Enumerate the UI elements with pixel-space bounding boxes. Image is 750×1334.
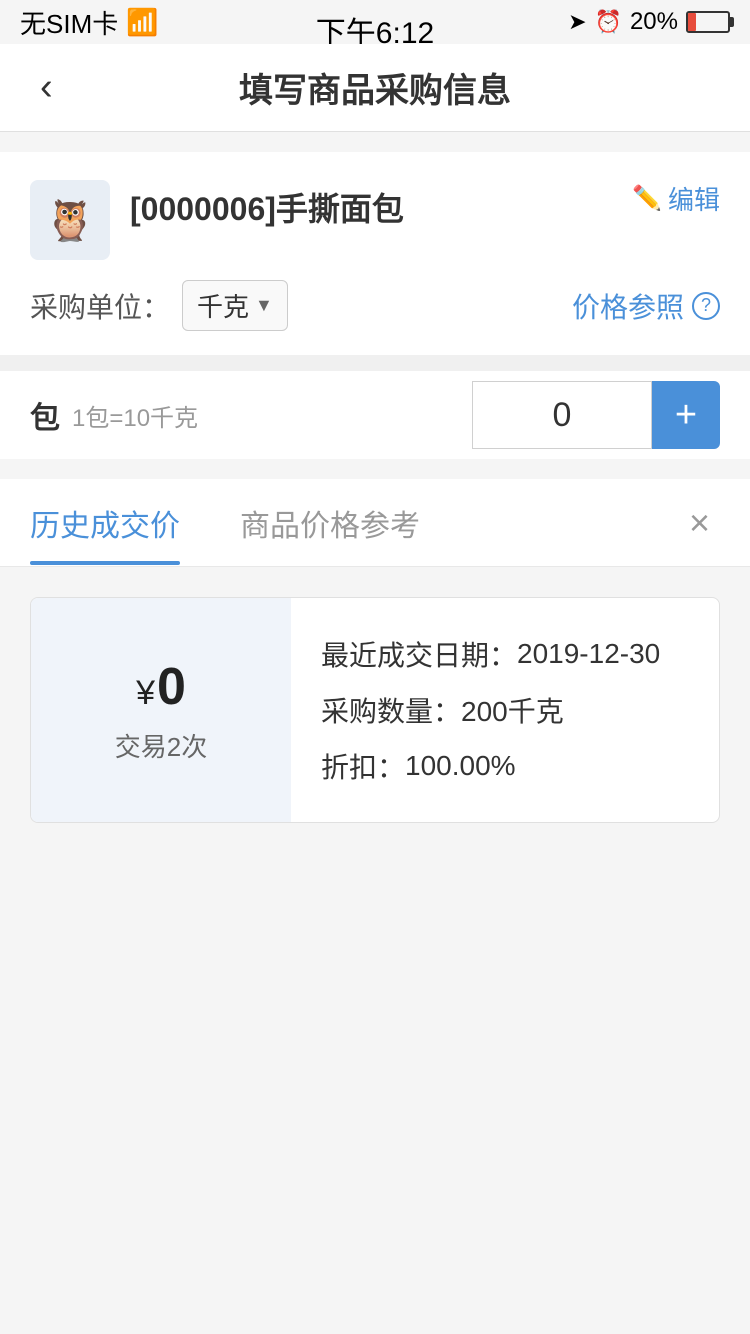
purchase-qty-value: 200千克 (461, 690, 564, 730)
section-divider (0, 355, 750, 371)
recent-date-label: 最近成交日期： (321, 634, 517, 674)
product-full-name: [0000006]手撕面包 (130, 184, 404, 230)
status-right: ➤ ⏰ 20% (568, 8, 730, 36)
unit-value: 千克 (197, 287, 249, 324)
price-ref-button[interactable]: 价格参照 ? (572, 286, 720, 326)
quantity-value: 0 (553, 396, 572, 435)
product-logo: 🦉 (30, 180, 110, 260)
tab-product-price-ref[interactable]: 商品价格参考 (240, 481, 420, 565)
wifi-icon: 📶 (126, 7, 158, 38)
tab-history-price-label: 历史成交价 (30, 501, 180, 545)
tabs-container: 历史成交价 商品价格参考 × (0, 479, 750, 567)
price-value: 0 (157, 657, 186, 717)
close-icon: × (689, 502, 710, 543)
edit-label: 编辑 (668, 180, 720, 217)
plus-icon: + (675, 394, 697, 437)
tab-active-indicator (30, 561, 180, 565)
status-bar: 无SIM卡 📶 下午6:12 ➤ ⏰ 20% (0, 0, 750, 44)
discount-value: 100.00% (405, 750, 516, 782)
battery-icon (686, 11, 730, 33)
discount-label: 折扣： (321, 746, 405, 786)
page-title: 填写商品采购信息 (239, 63, 511, 112)
quantity-input[interactable]: 0 (472, 381, 652, 449)
history-section: ¥ 0 交易2次 最近成交日期： 2019-12-30 采购数量： 200千克 … (0, 567, 750, 853)
tabs-list: 历史成交价 商品价格参考 (30, 481, 420, 565)
history-card-right: 最近成交日期： 2019-12-30 采购数量： 200千克 折扣： 100.0… (291, 598, 719, 822)
recent-date-value: 2019-12-30 (517, 638, 660, 670)
history-card: ¥ 0 交易2次 最近成交日期： 2019-12-30 采购数量： 200千克 … (30, 597, 720, 823)
product-meta: 采购单位： 千克 ▼ 价格参照 ? (30, 280, 720, 331)
trade-count: 交易2次 (115, 727, 207, 764)
product-left: 🦉 [0000006]手撕面包 (30, 180, 404, 260)
back-button[interactable]: ‹ (30, 56, 63, 119)
product-name-wrapper: [0000006]手撕面包 (130, 180, 404, 230)
edit-icon: ✏️ (632, 184, 662, 213)
tabs-close-button[interactable]: × (679, 492, 720, 554)
discount-row: 折扣： 100.00% (321, 746, 689, 786)
quantity-row: 包 1包=10千克 0 + (0, 371, 750, 459)
product-card: 🦉 [0000006]手撕面包 ✏️ 编辑 采购单位： 千克 ▼ 价格参照 ? (0, 152, 750, 355)
qty-unit: 包 (30, 393, 60, 437)
purchase-qty-row: 采购数量： 200千克 (321, 690, 689, 730)
history-card-left: ¥ 0 交易2次 (31, 598, 291, 822)
quantity-control: 0 + (472, 381, 720, 449)
purchase-unit: 采购单位： 千克 ▼ (30, 280, 288, 331)
history-price: ¥ 0 (136, 657, 186, 717)
purchase-unit-label: 采购单位： (30, 286, 170, 326)
qty-conversion: 1包=10千克 (72, 398, 198, 433)
purchase-qty-label: 采购数量： (321, 690, 461, 730)
unit-select[interactable]: 千克 ▼ (182, 280, 288, 331)
product-thumbnail: 🦉 (45, 197, 95, 244)
carrier-text: 无SIM卡 (20, 4, 118, 41)
location-icon: ➤ (568, 9, 586, 35)
recent-date-row: 最近成交日期： 2019-12-30 (321, 634, 689, 674)
quantity-label: 包 1包=10千克 (30, 393, 198, 437)
product-header: 🦉 [0000006]手撕面包 ✏️ 编辑 (30, 180, 720, 260)
battery-pct: 20% (630, 8, 678, 36)
status-carrier: 无SIM卡 📶 (20, 4, 159, 41)
edit-button[interactable]: ✏️ 编辑 (632, 180, 720, 217)
alarm-icon: ⏰ (595, 9, 622, 35)
nav-bar: ‹ 填写商品采购信息 (0, 44, 750, 132)
quantity-plus-button[interactable]: + (652, 381, 720, 449)
tab-product-price-ref-label: 商品价格参考 (240, 501, 420, 545)
info-icon: ? (692, 292, 720, 320)
currency-symbol: ¥ (136, 674, 155, 713)
tab-history-price[interactable]: 历史成交价 (30, 481, 180, 565)
price-ref-label: 价格参照 (572, 286, 684, 326)
back-chevron-icon: ‹ (40, 66, 53, 108)
unit-chevron-icon: ▼ (255, 295, 273, 316)
